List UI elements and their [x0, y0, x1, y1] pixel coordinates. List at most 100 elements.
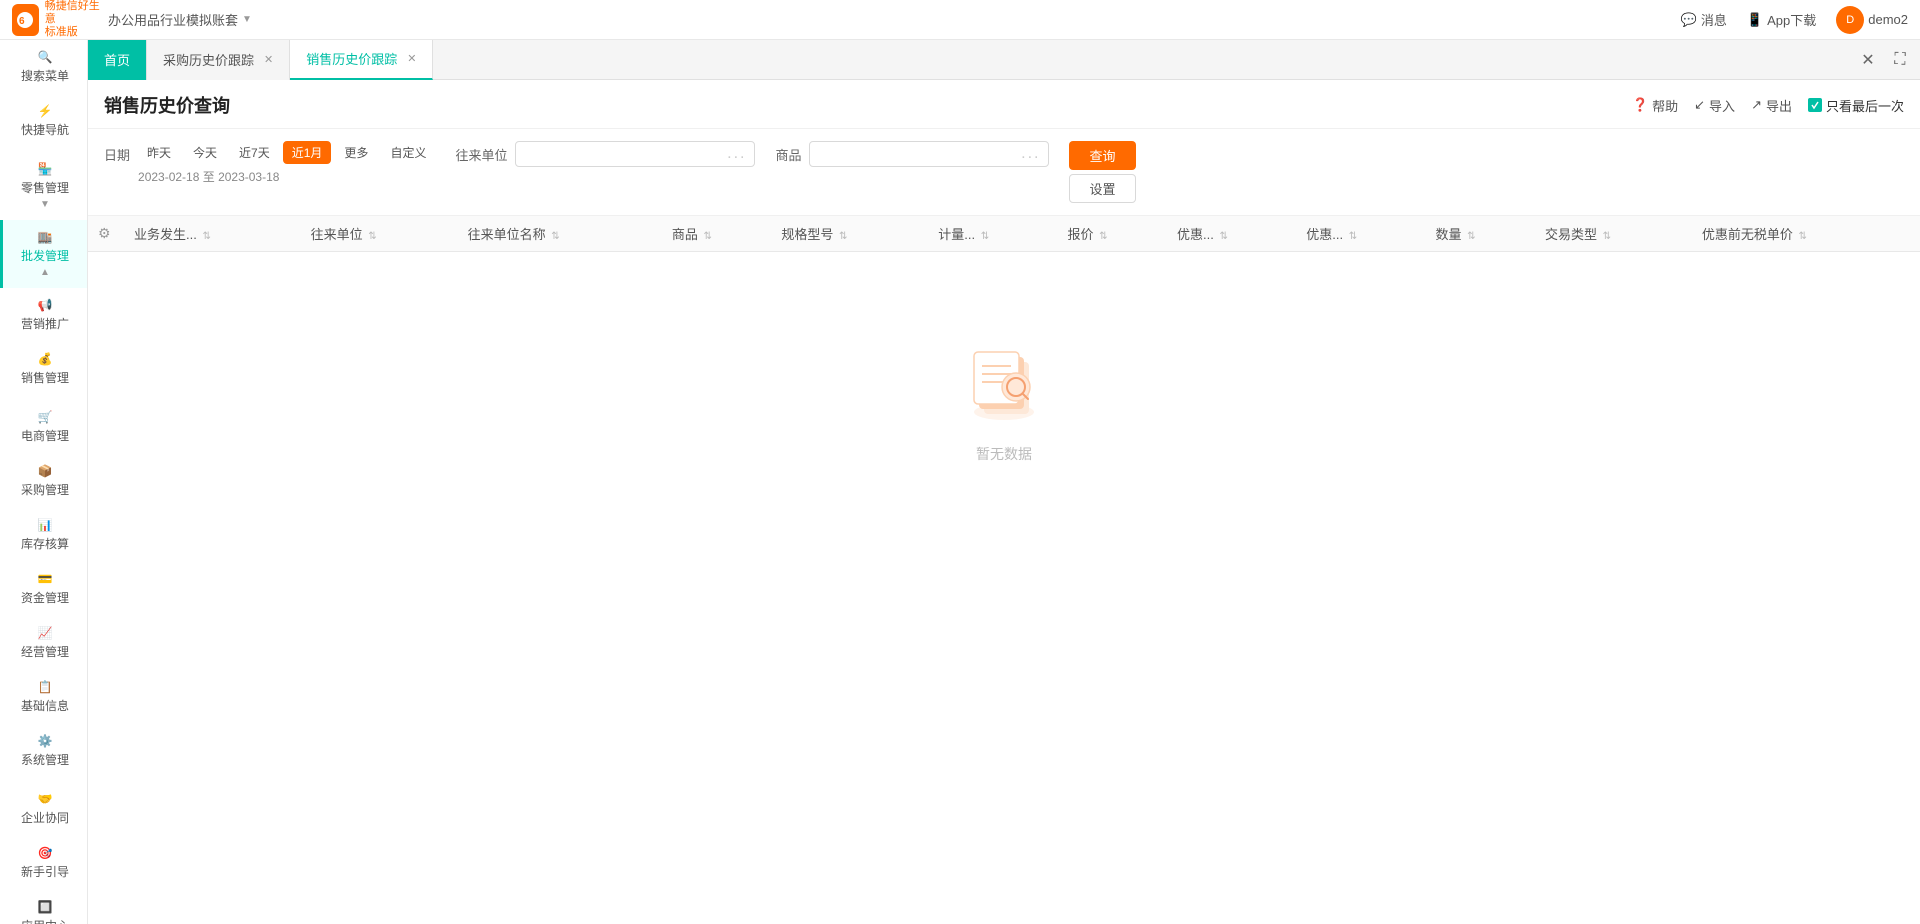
page-header: 销售历史价查询 ❓ 帮助 ↙ 导入 ↗ 导出 — [88, 80, 1920, 129]
sidebar-item-label: 批发管理 — [21, 247, 69, 264]
sidebar-item-label: 企业协同 — [21, 809, 69, 826]
tab-label: 采购历史价跟踪 — [163, 50, 254, 69]
sales-icon: 💰 — [38, 352, 53, 366]
tab-bar: 首页 采购历史价跟踪 ✕ 销售历史价跟踪 ✕ ✕ ⛶ — [88, 40, 1920, 80]
chevron-down-icon: ▼ — [242, 14, 252, 25]
app-selector[interactable]: 办公用品行业模拟账套 ▼ — [108, 10, 252, 29]
partner-picker-icon[interactable]: ... — [727, 145, 746, 163]
user-area[interactable]: D demo2 — [1836, 6, 1908, 34]
table-head: ⚙ 业务发生... ⇅ 往来单位 ⇅ 往来单位名称 — [88, 216, 1920, 252]
settings-button[interactable]: 设置 — [1069, 174, 1135, 203]
sidebar-item-sys-mgmt[interactable]: ⚙️ 系统管理 — [0, 724, 87, 778]
query-button[interactable]: 查询 — [1069, 141, 1135, 170]
basic-icon: 📋 — [38, 680, 53, 694]
app-download-btn[interactable]: 📱 App下载 — [1747, 10, 1816, 29]
message-btn[interactable]: 💬 消息 — [1681, 10, 1727, 29]
sidebar-item-basic-info[interactable]: 📋 基础信息 — [0, 670, 87, 724]
empty-state-icon — [954, 332, 1054, 432]
sidebar-item-quick-nav[interactable]: ⚡ 快捷导航 — [0, 94, 87, 148]
sort-icon[interactable]: ⇅ — [1349, 231, 1357, 242]
sort-icon[interactable]: ⇅ — [551, 231, 559, 242]
sidebar-item-label: 快捷导航 — [21, 121, 69, 138]
partner-filter-group: 往来单位 ... — [455, 141, 755, 167]
date-btn-custom[interactable]: 自定义 — [381, 141, 435, 164]
sidebar-item-purchase-mgmt[interactable]: 📦 采购管理 — [0, 454, 87, 508]
sidebar-item-retail-mgmt[interactable]: 🏪 零售管理 ▼ — [0, 152, 87, 220]
logo-icon: 6 — [12, 4, 39, 36]
partner-input[interactable] — [524, 147, 727, 162]
table-wrap: ⚙ 业务发生... ⇅ 往来单位 ⇅ 往来单位名称 — [88, 216, 1920, 924]
sidebar-item-label: 基础信息 — [21, 697, 69, 714]
download-icon: 📱 — [1747, 12, 1763, 28]
sidebar-item-ops-mgmt[interactable]: 📈 经营管理 — [0, 616, 87, 670]
sort-icon[interactable]: ⇅ — [1799, 231, 1807, 242]
close-icon[interactable]: ✕ — [264, 53, 273, 66]
sidebar-item-label: 营销推广 — [21, 315, 69, 332]
sidebar-item-finance-mgmt[interactable]: 💳 资金管理 — [0, 562, 87, 616]
sidebar-item-search-menu[interactable]: 🔍 搜索菜单 — [0, 40, 87, 94]
sort-icon[interactable]: ⇅ — [1219, 231, 1227, 242]
date-btn-more[interactable]: 更多 — [335, 141, 377, 164]
top-bar-actions: 💬 消息 📱 App下载 D demo2 — [1681, 6, 1908, 34]
filter-bar: 日期 昨天 今天 近7天 近1月 更多 自定义 2023-02-18 至 202… — [88, 129, 1920, 216]
only-last-checkbox-wrap[interactable]: 只看最后一次 — [1808, 96, 1904, 115]
guide-icon: 🎯 — [38, 846, 53, 860]
sort-icon[interactable]: ⇅ — [704, 231, 712, 242]
close-tab-btn[interactable]: ✕ — [1856, 48, 1880, 72]
logo-area: 6 畅捷信好生意 标准版 — [12, 0, 100, 39]
sort-icon[interactable]: ⇅ — [1099, 231, 1107, 242]
chevron-down-icon: ▼ — [40, 199, 50, 210]
sidebar-item-ecommerce-mgmt[interactable]: 🛒 电商管理 — [0, 400, 87, 454]
date-filter-buttons: 昨天 今天 近7天 近1月 更多 自定义 — [138, 141, 435, 164]
import-icon: ↙ — [1694, 97, 1705, 113]
sort-icon[interactable]: ⇅ — [981, 231, 989, 242]
help-btn[interactable]: ❓ 帮助 — [1632, 96, 1678, 115]
date-btn-yesterday[interactable]: 昨天 — [138, 141, 180, 164]
sidebar-item-enterprise-coop[interactable]: 🤝 企业协同 — [0, 782, 87, 836]
partner-input-wrap: ... — [515, 141, 755, 167]
tab-home[interactable]: 首页 — [88, 40, 147, 80]
sort-icon[interactable]: ⇅ — [1603, 231, 1611, 242]
sort-icon[interactable]: ⇅ — [839, 231, 847, 242]
empty-state: 暂无数据 — [88, 252, 1920, 544]
date-btn-7days[interactable]: 近7天 — [230, 141, 279, 164]
th-partner-name: 往来单位名称 ⇅ — [458, 216, 662, 252]
sidebar-item-inventory[interactable]: 📊 库存核算 — [0, 508, 87, 562]
filter-action-buttons: 查询 设置 — [1069, 141, 1135, 203]
product-input[interactable] — [818, 147, 1021, 162]
sidebar-item-marketing-promo[interactable]: 📢 营销推广 — [0, 288, 87, 342]
maximize-btn[interactable]: ⛶ — [1888, 48, 1912, 72]
sidebar-item-wholesale-mgmt[interactable]: 🏬 批发管理 ▲ — [0, 220, 87, 288]
search-icon: 🔍 — [38, 50, 53, 64]
th-pretax-price: 优惠前无税单价 ⇅ — [1692, 216, 1920, 252]
th-unit: 计量... ⇅ — [928, 216, 1057, 252]
wholesale-icon: 🏬 — [38, 230, 53, 244]
th-trade-type: 交易类型 ⇅ — [1535, 216, 1692, 252]
empty-state-text: 暂无数据 — [976, 444, 1032, 464]
tab-bar-actions: ✕ ⛶ — [1848, 48, 1920, 72]
sort-icon[interactable]: ⇅ — [202, 231, 210, 242]
sidebar-item-label: 零售管理 — [21, 179, 69, 196]
import-btn[interactable]: ↙ 导入 — [1694, 96, 1735, 115]
app-name: 办公用品行业模拟账套 — [108, 10, 238, 29]
date-btn-1month[interactable]: 近1月 — [283, 141, 332, 164]
date-filter-group: 日期 昨天 今天 近7天 近1月 更多 自定义 2023-02-18 至 202… — [104, 141, 435, 185]
sort-icon[interactable]: ⇅ — [368, 231, 376, 242]
content-area: 首页 采购历史价跟踪 ✕ 销售历史价跟踪 ✕ ✕ ⛶ 销售历史价查询 — [88, 40, 1920, 924]
tab-purchase-history[interactable]: 采购历史价跟踪 ✕ — [147, 40, 290, 80]
sidebar-item-new-guide[interactable]: 🎯 新手引导 — [0, 836, 87, 890]
product-picker-icon[interactable]: ... — [1021, 145, 1040, 163]
export-btn[interactable]: ↗ 导出 — [1751, 96, 1792, 115]
settings-col-icon[interactable]: ⚙ — [98, 225, 111, 241]
date-btn-today[interactable]: 今天 — [184, 141, 226, 164]
logo-text: 畅捷信好生意 标准版 — [45, 0, 100, 39]
tab-sales-history[interactable]: 销售历史价跟踪 ✕ — [290, 40, 433, 80]
checkbox-icon — [1808, 98, 1822, 112]
sidebar-item-sales-mgmt[interactable]: 💰 销售管理 — [0, 342, 87, 396]
user-name: demo2 — [1868, 12, 1908, 27]
th-product: 商品 ⇅ — [662, 216, 771, 252]
close-icon[interactable]: ✕ — [407, 52, 416, 65]
sidebar-item-app-center[interactable]: 🔲 应用中心 — [0, 890, 87, 924]
sort-icon[interactable]: ⇅ — [1467, 231, 1475, 242]
sidebar-item-label: 资金管理 — [21, 589, 69, 606]
